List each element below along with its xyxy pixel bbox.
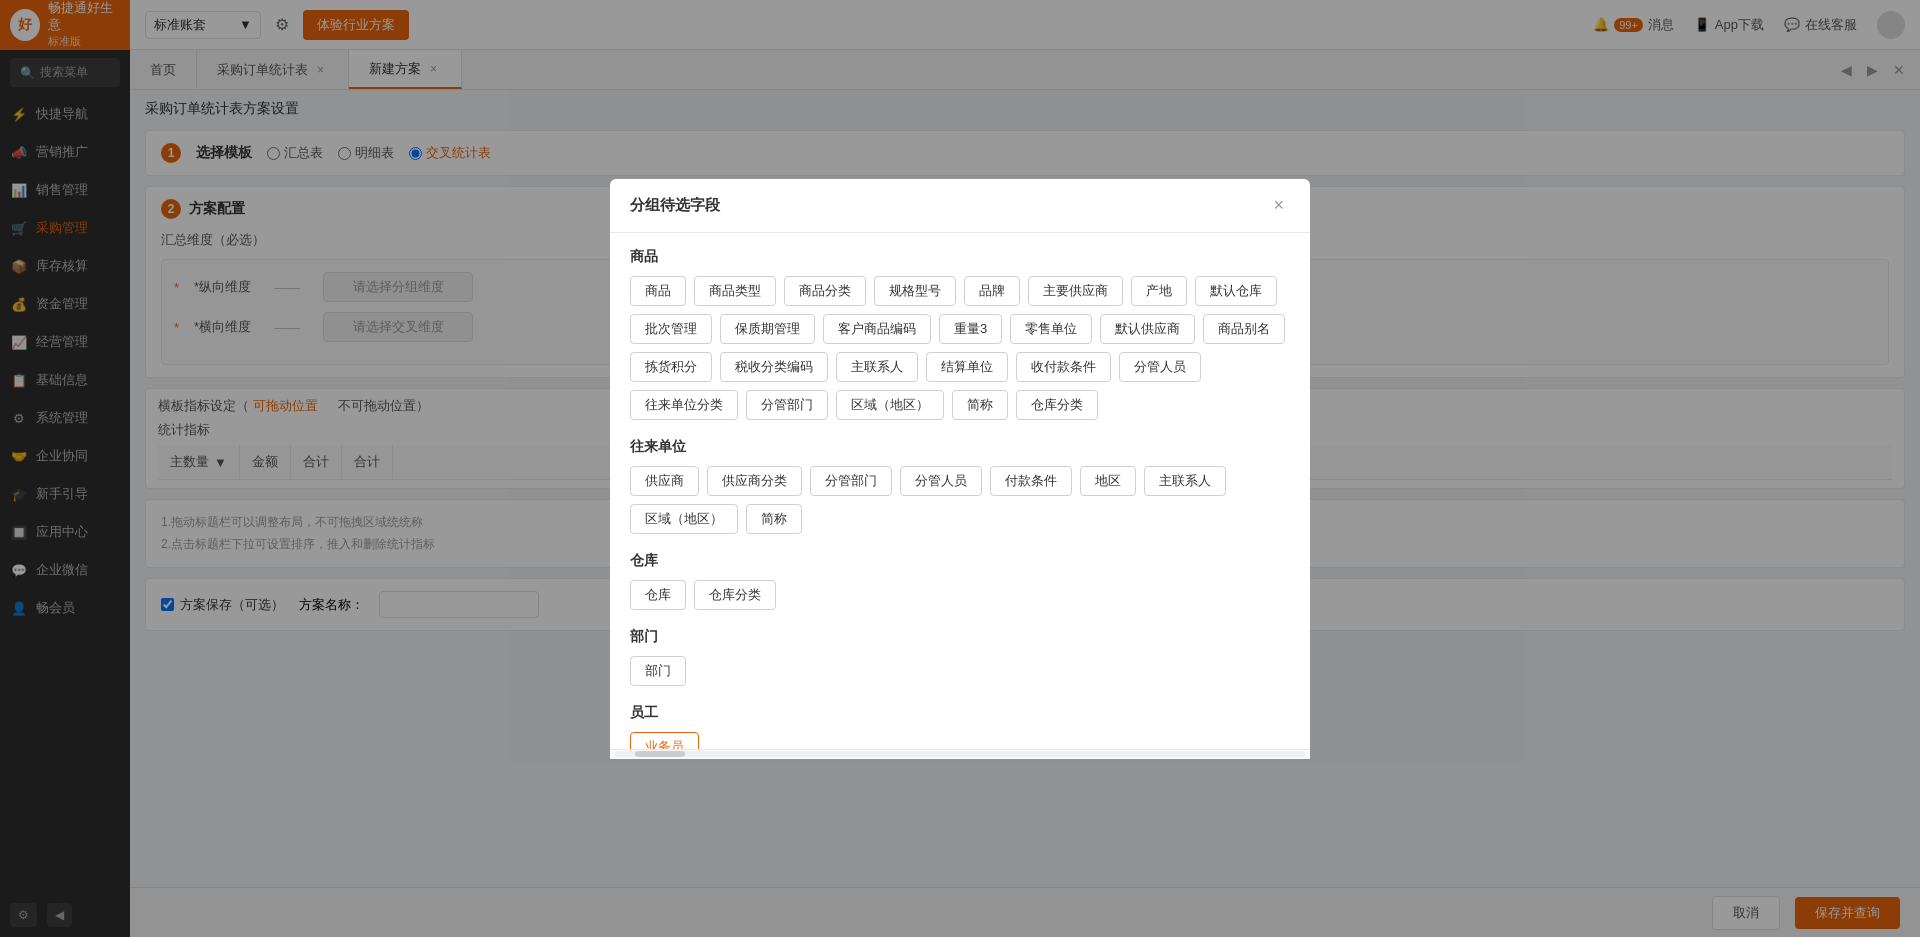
field-tag-partner-contact[interactable]: 主联系人 <box>1144 466 1226 496</box>
field-tags-product: 商品 商品类型 商品分类 规格型号 品牌 主要供应商 产地 默认仓库 批次管理 … <box>630 276 1290 420</box>
field-tag-partner-dept[interactable]: 分管部门 <box>810 466 892 496</box>
field-tag-expiry-mgmt[interactable]: 保质期管理 <box>720 314 815 344</box>
field-tag-partner-category[interactable]: 往来单位分类 <box>630 390 738 420</box>
field-tag-department[interactable]: 部门 <box>630 656 686 686</box>
field-tag-area[interactable]: 地区 <box>1080 466 1136 496</box>
field-tag-partner-short[interactable]: 简称 <box>746 504 802 534</box>
field-tag-product-alias[interactable]: 商品别名 <box>1203 314 1285 344</box>
field-tag-settlement-unit[interactable]: 结算单位 <box>926 352 1008 382</box>
field-group-warehouse: 仓库 仓库 仓库分类 <box>630 552 1290 610</box>
field-group-employee-title: 员工 <box>630 704 1290 722</box>
field-tag-default-supplier[interactable]: 默认供应商 <box>1100 314 1195 344</box>
modal-overlay: 分组待选字段 × 商品 商品 商品类型 商品分类 规格型号 品牌 主要供应商 产… <box>0 0 1920 937</box>
modal-close-button[interactable]: × <box>1267 193 1290 218</box>
field-tag-short-name[interactable]: 简称 <box>952 390 1008 420</box>
field-group-partner: 往来单位 供应商 供应商分类 分管部门 分管人员 付款条件 地区 主联系人 区域… <box>630 438 1290 534</box>
field-tag-product-type[interactable]: 商品类型 <box>694 276 776 306</box>
modal-title: 分组待选字段 <box>630 196 720 215</box>
field-group-warehouse-title: 仓库 <box>630 552 1290 570</box>
field-group-product: 商品 商品 商品类型 商品分类 规格型号 品牌 主要供应商 产地 默认仓库 批次… <box>630 248 1290 420</box>
field-tag-spec-model[interactable]: 规格型号 <box>874 276 956 306</box>
field-tag-tax-code[interactable]: 税收分类编码 <box>720 352 828 382</box>
field-tag-pick-score[interactable]: 拣货积分 <box>630 352 712 382</box>
modal-body[interactable]: 商品 商品 商品类型 商品分类 规格型号 品牌 主要供应商 产地 默认仓库 批次… <box>610 233 1310 750</box>
field-tag-partner-region[interactable]: 区域（地区） <box>630 504 738 534</box>
field-tag-warehouse[interactable]: 仓库 <box>630 580 686 610</box>
field-tags-employee: 业务员 <box>630 732 1290 750</box>
field-tag-customer-code[interactable]: 客户商品编码 <box>823 314 931 344</box>
field-tag-region[interactable]: 区域（地区） <box>836 390 944 420</box>
field-group-product-title: 商品 <box>630 248 1290 266</box>
field-tag-payment-terms[interactable]: 收付款条件 <box>1016 352 1111 382</box>
field-tag-payment-condition[interactable]: 付款条件 <box>990 466 1072 496</box>
modal-header: 分组待选字段 × <box>610 179 1310 233</box>
field-group-department: 部门 部门 <box>630 628 1290 686</box>
field-tag-weight3[interactable]: 重量3 <box>939 314 1002 344</box>
field-tag-supplier-category[interactable]: 供应商分类 <box>707 466 802 496</box>
modal-horizontal-scrollbar[interactable] <box>610 749 1310 758</box>
field-tag-default-warehouse[interactable]: 默认仓库 <box>1195 276 1277 306</box>
field-tags-partner: 供应商 供应商分类 分管部门 分管人员 付款条件 地区 主联系人 区域（地区） … <box>630 466 1290 534</box>
field-tag-supervisor[interactable]: 分管人员 <box>1119 352 1201 382</box>
field-group-partner-title: 往来单位 <box>630 438 1290 456</box>
hscroll-track <box>615 751 1305 757</box>
field-tag-batch-mgmt[interactable]: 批次管理 <box>630 314 712 344</box>
field-tag-main-contact[interactable]: 主联系人 <box>836 352 918 382</box>
field-tag-origin[interactable]: 产地 <box>1131 276 1187 306</box>
field-tag-salesman[interactable]: 业务员 <box>630 732 699 750</box>
field-tag-warehouse-cat[interactable]: 仓库分类 <box>694 580 776 610</box>
field-tag-retail-unit[interactable]: 零售单位 <box>1010 314 1092 344</box>
field-tag-warehouse-category[interactable]: 仓库分类 <box>1016 390 1098 420</box>
field-tag-brand[interactable]: 品牌 <box>964 276 1020 306</box>
field-tag-supplier[interactable]: 供应商 <box>630 466 699 496</box>
field-group-employee: 员工 业务员 <box>630 704 1290 750</box>
field-tag-partner-supervisor[interactable]: 分管人员 <box>900 466 982 496</box>
hscroll-thumb[interactable] <box>635 751 685 757</box>
field-tag-product[interactable]: 商品 <box>630 276 686 306</box>
field-tags-warehouse: 仓库 仓库分类 <box>630 580 1290 610</box>
field-tag-main-supplier[interactable]: 主要供应商 <box>1028 276 1123 306</box>
field-tags-department: 部门 <box>630 656 1290 686</box>
field-group-department-title: 部门 <box>630 628 1290 646</box>
field-tag-product-category[interactable]: 商品分类 <box>784 276 866 306</box>
field-select-modal: 分组待选字段 × 商品 商品 商品类型 商品分类 规格型号 品牌 主要供应商 产… <box>610 179 1310 759</box>
field-tag-dept[interactable]: 分管部门 <box>746 390 828 420</box>
